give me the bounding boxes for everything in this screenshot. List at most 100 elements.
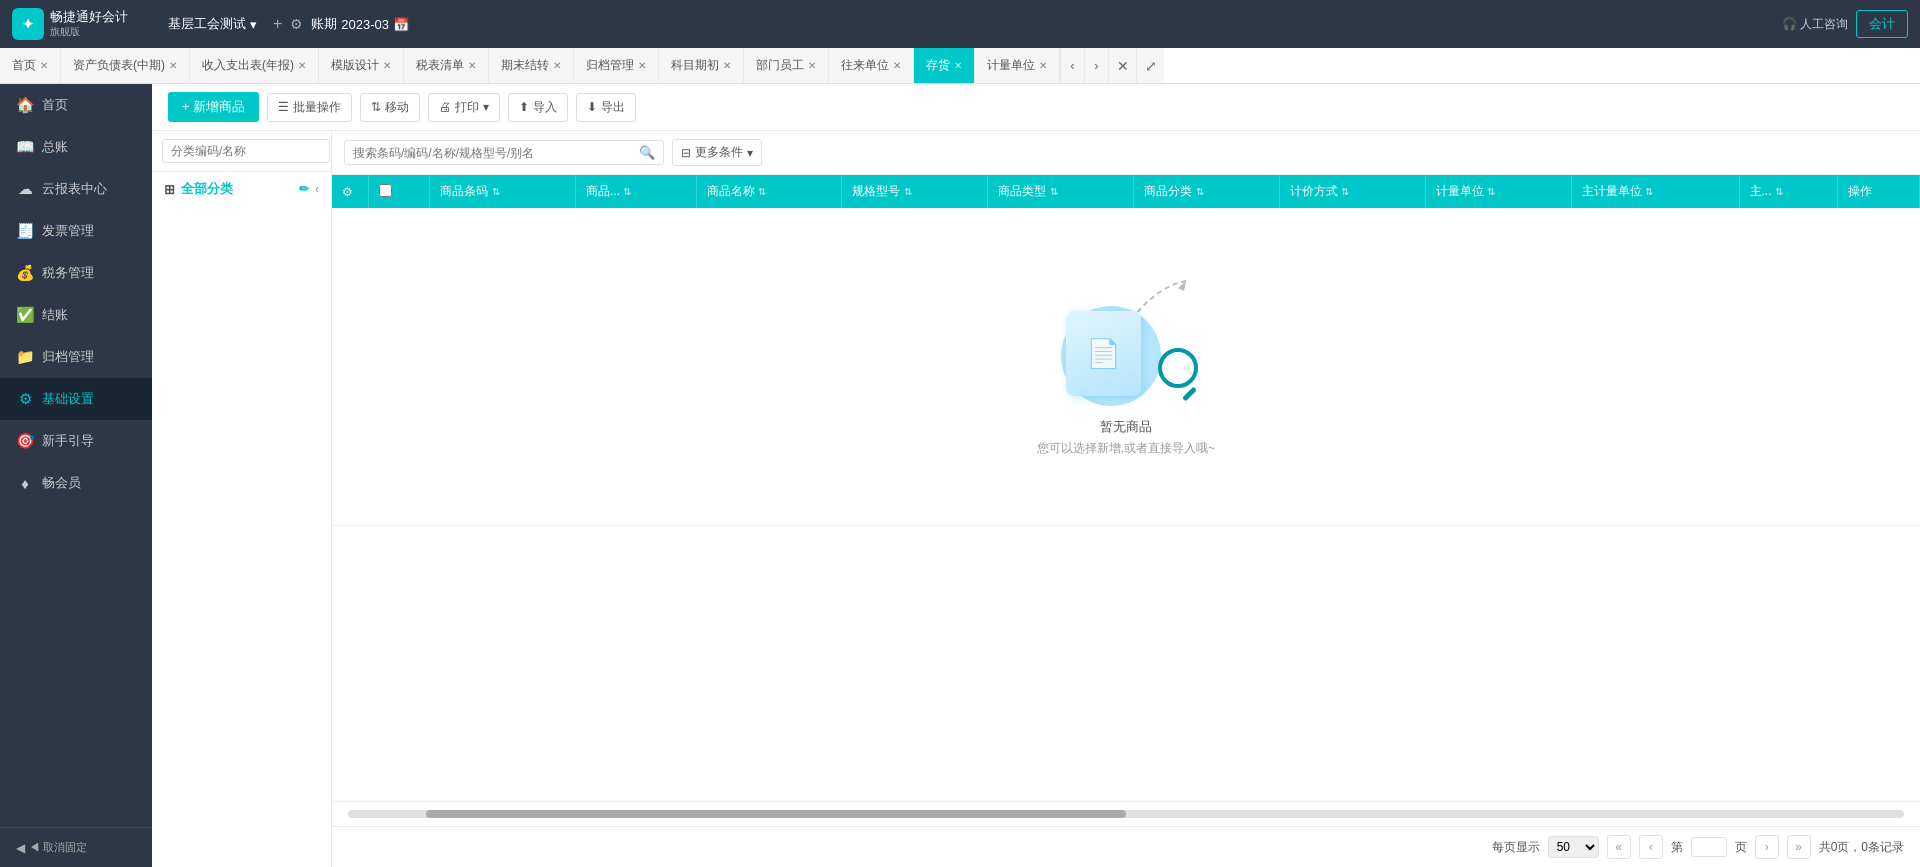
- new-product-button[interactable]: + 新增商品: [168, 92, 259, 122]
- tab-expand-button[interactable]: ⤢: [1136, 48, 1164, 83]
- col-name[interactable]: 商品名称 ⇅: [696, 175, 842, 208]
- col-price-method[interactable]: 计价方式 ⇅: [1280, 175, 1426, 208]
- headset-icon: 🎧: [1782, 17, 1797, 31]
- product-search-input[interactable]: [353, 146, 639, 160]
- sidebar-item-settings[interactable]: ⚙ 基础设置: [0, 378, 152, 420]
- col-checkbox[interactable]: [368, 175, 430, 208]
- close-books-icon: ✅: [16, 306, 34, 324]
- tab-subject[interactable]: 科目期初 ✕: [659, 48, 744, 83]
- col-settings[interactable]: ⚙: [332, 175, 368, 208]
- print-button[interactable]: 🖨 打印 ▾: [428, 93, 500, 122]
- category-edit-icon[interactable]: ✏: [299, 182, 309, 196]
- tab-close-tax[interactable]: ✕: [468, 60, 476, 71]
- empty-subtitle: 您可以选择新增,或者直接导入哦~: [1037, 440, 1215, 457]
- tab-income[interactable]: 收入支出表(年报) ✕: [190, 48, 319, 83]
- add-tab-icon[interactable]: +: [273, 15, 282, 33]
- col-spec[interactable]: 规格型号 ⇅: [842, 175, 988, 208]
- category-search-area: 🔍: [152, 131, 331, 172]
- tab-close-balance[interactable]: ✕: [169, 60, 177, 71]
- batch-operation-button[interactable]: ☰ 批量操作: [267, 93, 352, 122]
- category-all-item[interactable]: ⊞ 全部分类 ✏ ‹: [152, 172, 331, 206]
- sidebar-item-guide-label: 新手引导: [42, 432, 94, 450]
- tab-close-period[interactable]: ✕: [553, 60, 561, 71]
- tab-close-income[interactable]: ✕: [298, 60, 306, 71]
- member-icon: ♦: [16, 475, 34, 492]
- tab-close-inventory[interactable]: ✕: [954, 60, 962, 71]
- sidebar-item-close[interactable]: ✅ 结账: [0, 294, 152, 336]
- tab-inventory[interactable]: 存货 ✕: [914, 48, 975, 83]
- import-button[interactable]: ⬆ 导入: [508, 93, 568, 122]
- tab-template[interactable]: 模版设计 ✕: [319, 48, 404, 83]
- tab-home[interactable]: 首页 ✕: [0, 48, 61, 83]
- col-unit[interactable]: 计量单位 ⇅: [1425, 175, 1571, 208]
- settings-icon[interactable]: ⚙: [290, 16, 303, 32]
- calendar-icon[interactable]: 📅: [393, 17, 409, 32]
- sidebar-item-cloud-label: 云报表中心: [42, 180, 107, 198]
- sidebar-item-cloud[interactable]: ☁ 云报表中心: [0, 168, 152, 210]
- empty-doc-icon: 📄: [1066, 311, 1141, 396]
- tab-close-home[interactable]: ✕: [40, 60, 48, 71]
- ledger-icon: 📖: [16, 138, 34, 156]
- col-barcode[interactable]: 商品条码 ⇅: [430, 175, 576, 208]
- current-page-input[interactable]: 1: [1691, 837, 1727, 857]
- tab-close-archive[interactable]: ✕: [638, 60, 646, 71]
- col-type[interactable]: 商品类型 ⇅: [988, 175, 1134, 208]
- sidebar-item-settings-label: 基础设置: [42, 390, 94, 408]
- sidebar-item-archive[interactable]: 📁 归档管理: [0, 336, 152, 378]
- first-page-button[interactable]: «: [1607, 835, 1631, 859]
- sidebar-item-tax[interactable]: 💰 税务管理: [0, 252, 152, 294]
- sidebar-item-member[interactable]: ♦ 畅会员: [0, 462, 152, 504]
- col-main2[interactable]: 主... ⇅: [1739, 175, 1838, 208]
- category-search-input[interactable]: [162, 139, 330, 163]
- last-page-button[interactable]: »: [1787, 835, 1811, 859]
- sidebar: 🏠 首页 📖 总账 ☁ 云报表中心 🧾 发票管理 💰 税务管理 ✅ 结账: [0, 84, 152, 867]
- tab-next-button[interactable]: ›: [1084, 48, 1108, 83]
- select-all-checkbox[interactable]: [379, 184, 392, 197]
- tab-period-close[interactable]: 期末结转 ✕: [489, 48, 574, 83]
- tab-balance[interactable]: 资产负债表(中期) ✕: [61, 48, 190, 83]
- tab-dept[interactable]: 部门员工 ✕: [744, 48, 829, 83]
- scrollbar-thumb[interactable]: [426, 810, 1126, 818]
- tab-close-all-button[interactable]: ✕: [1108, 48, 1136, 83]
- tab-close-dept[interactable]: ✕: [808, 60, 816, 71]
- product-table-wrap: ⚙ 商品条码 ⇅ 商品... ⇅ 商品名称 ⇅ 规格型号 ⇅ 商品类型 ⇅ 商品…: [332, 175, 1920, 801]
- tab-unit[interactable]: 计量单位 ✕: [975, 48, 1060, 83]
- move-button[interactable]: ⇅ 移动: [360, 93, 420, 122]
- sidebar-item-close-label: 结账: [42, 306, 68, 324]
- sidebar-item-ledger[interactable]: 📖 总账: [0, 126, 152, 168]
- account-button[interactable]: 会计: [1856, 10, 1908, 38]
- tab-close-partner[interactable]: ✕: [893, 60, 901, 71]
- product-search-icon[interactable]: 🔍: [639, 145, 655, 160]
- invoice-icon: 🧾: [16, 222, 34, 240]
- category-collapse-icon[interactable]: ‹: [315, 182, 319, 196]
- export-button[interactable]: ⬇ 导出: [576, 93, 636, 122]
- sidebar-item-invoice[interactable]: 🧾 发票管理: [0, 210, 152, 252]
- tab-close-template[interactable]: ✕: [383, 60, 391, 71]
- empty-magnifier-handle: [1182, 387, 1197, 402]
- col-code[interactable]: 商品... ⇅: [576, 175, 696, 208]
- page-unit: 页: [1735, 839, 1747, 856]
- next-page-button[interactable]: ›: [1755, 835, 1779, 859]
- col-main-unit[interactable]: 主计量单位 ⇅: [1571, 175, 1739, 208]
- col-category[interactable]: 商品分类 ⇅: [1134, 175, 1280, 208]
- chevron-down-icon: ▾: [250, 17, 257, 32]
- sidebar-collapse-button[interactable]: ◀ ◀ 取消固定: [0, 827, 152, 867]
- more-conditions-button[interactable]: ⊟ 更多条件 ▾: [672, 139, 762, 166]
- tab-archive[interactable]: 归档管理 ✕: [574, 48, 659, 83]
- tab-prev-button[interactable]: ‹: [1060, 48, 1084, 83]
- tab-partner[interactable]: 往来单位 ✕: [829, 48, 914, 83]
- company-selector[interactable]: 基层工会测试 ▾: [160, 11, 265, 37]
- horizontal-scrollbar[interactable]: [348, 810, 1904, 818]
- tab-close-subject[interactable]: ✕: [723, 60, 731, 71]
- tab-close-unit[interactable]: ✕: [1039, 60, 1047, 71]
- logo-area: ✦ 畅捷通好会计 旗舰版: [12, 8, 152, 40]
- import-icon: ⬆: [519, 100, 529, 114]
- category-all-label: 全部分类: [181, 180, 233, 198]
- tab-tax[interactable]: 税表清单 ✕: [404, 48, 489, 83]
- sidebar-item-home[interactable]: 🏠 首页: [0, 84, 152, 126]
- ai-consult-button[interactable]: 🎧 人工咨询: [1782, 16, 1848, 33]
- sidebar-item-member-label: 畅会员: [42, 474, 81, 492]
- prev-page-button[interactable]: ‹: [1639, 835, 1663, 859]
- sidebar-item-guide[interactable]: 🎯 新手引导: [0, 420, 152, 462]
- page-size-select[interactable]: 50 10 20 100: [1548, 836, 1599, 858]
